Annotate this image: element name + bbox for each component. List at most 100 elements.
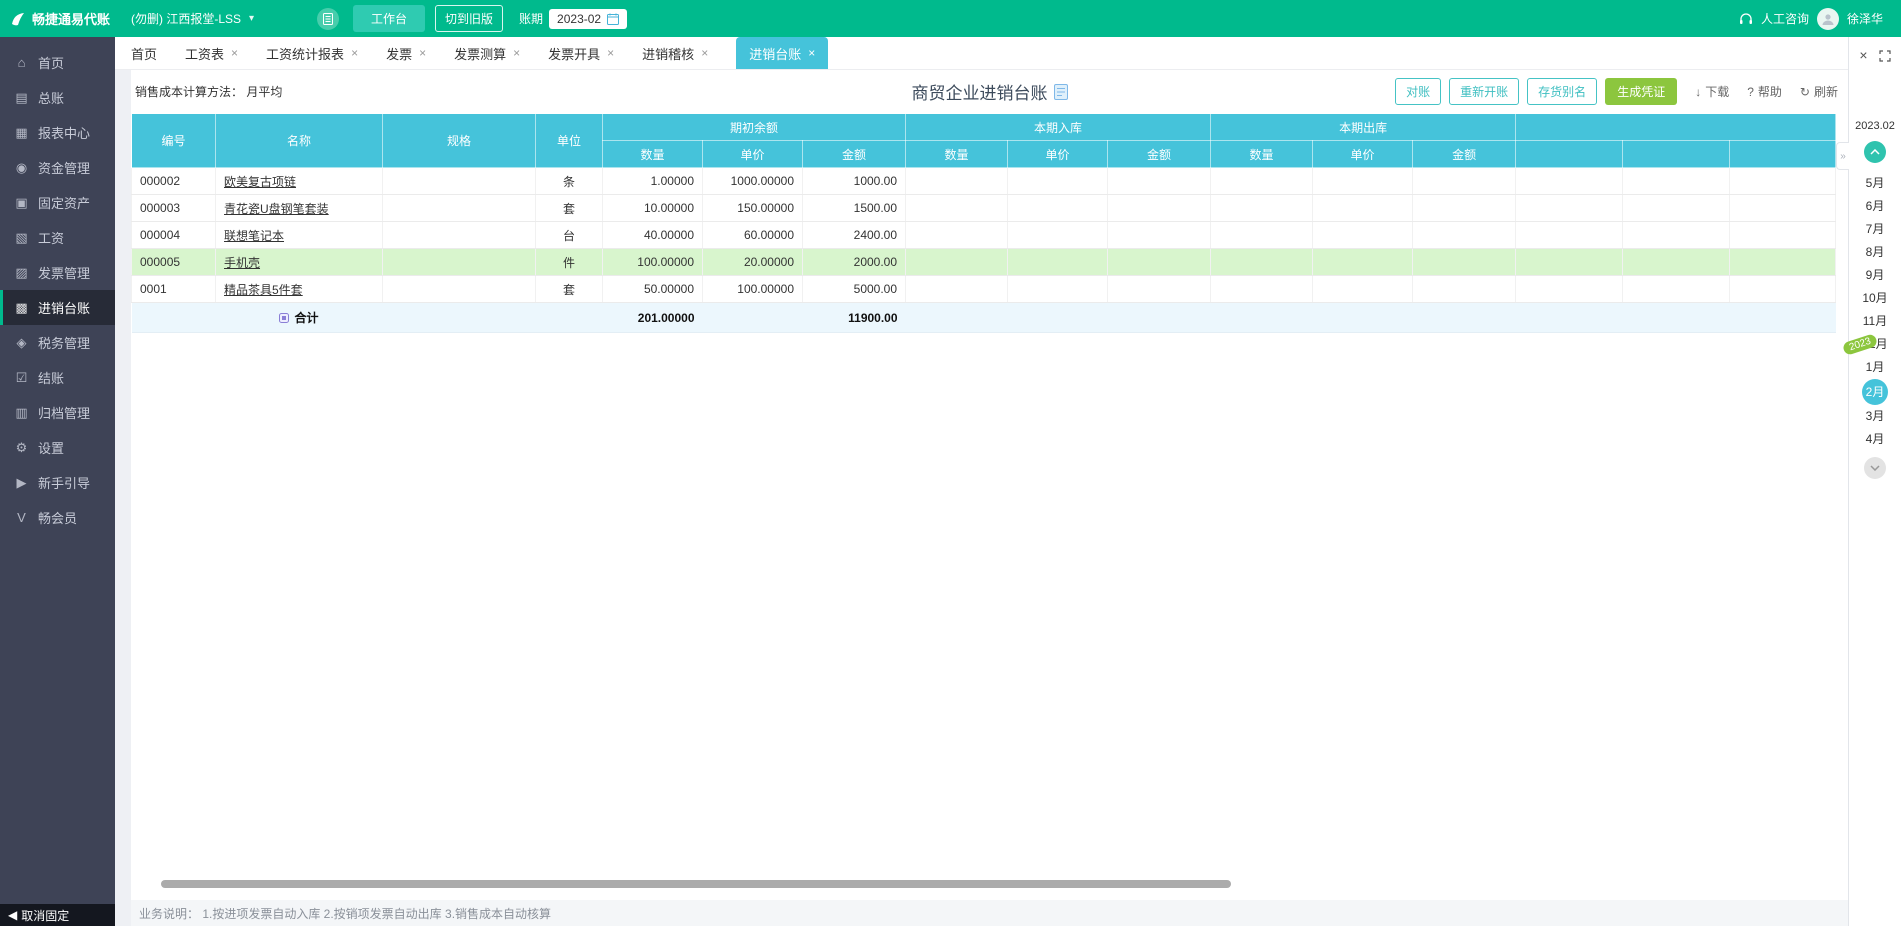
close-all-tabs-icon[interactable]: × <box>1859 48 1867 62</box>
scroll-months-down-button[interactable] <box>1864 457 1886 480</box>
person-icon <box>1822 13 1834 25</box>
month-item[interactable]: 1月 <box>1849 356 1901 379</box>
month-item[interactable]: 4月 <box>1849 428 1901 451</box>
month-item[interactable]: 11月 <box>1849 310 1901 333</box>
table-row[interactable]: 0001 精品茶具5件套 套 50.00000 100.00000 5000.0… <box>131 275 1837 303</box>
inventory-alias-button[interactable]: 存货别名 <box>1527 78 1598 105</box>
tab-close-icon[interactable]: × <box>808 46 815 60</box>
sidebar-item[interactable]: ▦ 报表中心 <box>0 115 115 150</box>
toolbar-actions: 对账 重新开账 存货别名 生成凭证 ↓ 下载 ? 帮助 ↻ 刷新 <box>1395 78 1838 105</box>
sidebar-item[interactable]: ▥ 归档管理 <box>0 395 115 430</box>
subheader-amount[interactable]: 金额 <box>1107 140 1212 168</box>
cell-in-price <box>1007 194 1109 222</box>
tab[interactable]: 进销台账 × <box>736 37 829 69</box>
tab[interactable]: 首页 <box>131 37 157 69</box>
refresh-link[interactable]: ↻ 刷新 <box>1800 83 1838 100</box>
month-item[interactable]: 8月 <box>1849 241 1901 264</box>
tab-close-icon[interactable]: × <box>607 46 614 60</box>
panel-collapse-handle[interactable]: » <box>1836 142 1849 170</box>
month-item[interactable]: 3月 <box>1849 405 1901 428</box>
subheader-price[interactable]: 单价 <box>1312 140 1414 168</box>
month-item[interactable]: 6月 <box>1849 195 1901 218</box>
month-item[interactable]: 7月 <box>1849 218 1901 241</box>
sidebar-item[interactable]: ☑ 结账 <box>0 360 115 395</box>
sidebar-item[interactable]: V 畅会员 <box>0 500 115 535</box>
cell-out-amount <box>1412 167 1517 195</box>
tab[interactable]: 工资统计报表 × <box>266 37 358 69</box>
month-item[interactable]: 12月 <box>1849 333 1901 356</box>
scroll-months-up-button[interactable] <box>1864 141 1886 164</box>
tab[interactable]: 工资表 × <box>185 37 238 69</box>
cell-name: 手机壳 <box>215 248 383 276</box>
sidebar-item[interactable]: ◉ 资金管理 <box>0 150 115 185</box>
switch-old-version-button[interactable]: 切到旧版 <box>435 5 504 32</box>
month-item[interactable]: 9月 <box>1849 264 1901 287</box>
tab-close-icon[interactable]: × <box>419 46 426 60</box>
generate-voucher-button[interactable]: 生成凭证 <box>1605 78 1678 105</box>
username[interactable]: 徐泽华 <box>1847 10 1883 27</box>
sidebar-item[interactable]: ▨ 发票管理 <box>0 255 115 290</box>
sidebar-item[interactable]: ⚙ 设置 <box>0 430 115 465</box>
cell-out-amount <box>1412 194 1517 222</box>
sidebar-item[interactable]: ▧ 工资 <box>0 220 115 255</box>
horizontal-scrollbar[interactable] <box>161 880 1231 888</box>
tab-close-icon[interactable]: × <box>513 46 520 60</box>
item-name-link[interactable]: 欧美复古项链 <box>224 175 296 189</box>
subheader-price[interactable]: 单价 <box>702 140 803 168</box>
tab-close-icon[interactable]: × <box>351 46 358 60</box>
company-select[interactable]: (勿删) 江西报堂-LSS ▾ <box>131 10 301 27</box>
column-header-name[interactable]: 名称 <box>215 113 383 168</box>
help-link[interactable]: ? 帮助 <box>1747 83 1782 100</box>
column-header-unit[interactable]: 单位 <box>535 113 603 168</box>
fullscreen-icon[interactable] <box>1878 49 1891 62</box>
cell-opening-price: 60.00000 <box>702 221 803 249</box>
table-row[interactable]: 000003 青花瓷U盘钢笔套装 套 10.00000 150.00000 15… <box>131 194 1837 222</box>
reopen-account-button[interactable]: 重新开账 <box>1449 78 1520 105</box>
subheader-qty[interactable]: 数量 <box>602 140 703 168</box>
table-row[interactable]: 000002 欧美复古项链 条 1.00000 1000.00000 1000.… <box>131 167 1837 195</box>
item-name-link[interactable]: 联想笔记本 <box>224 229 284 243</box>
month-item[interactable]: 5月 <box>1849 172 1901 195</box>
cell-unit: 台 <box>535 221 603 249</box>
sidebar-item-label: 税务管理 <box>38 336 91 351</box>
item-name-link[interactable]: 精品茶具5件套 <box>224 283 303 297</box>
period-selector[interactable]: 2023-02 <box>549 8 628 29</box>
user-avatar[interactable] <box>1816 7 1839 30</box>
table-row[interactable]: 000005 手机壳 件 100.00000 20.00000 2000.00 <box>131 248 1837 276</box>
subheader-qty[interactable]: 数量 <box>1210 140 1314 168</box>
table-row[interactable]: 000004 联想笔记本 台 40.00000 60.00000 2400.00 <box>131 221 1837 249</box>
sidebar-item[interactable]: ▩ 进销台账 <box>0 290 115 325</box>
doc-quick-icon[interactable] <box>317 7 339 30</box>
tab[interactable]: 进销稽核 × <box>642 37 708 69</box>
sidebar-item-label: 设置 <box>38 441 65 456</box>
workbench-button[interactable]: 工作台 <box>353 5 426 32</box>
column-header-code[interactable]: 编号 <box>131 113 216 168</box>
sidebar-item[interactable]: ⌂ 首页 <box>0 45 115 80</box>
tab[interactable]: 发票测算 × <box>454 37 520 69</box>
sidebar-item-icon: ☑ <box>15 369 28 385</box>
sidebar-item[interactable]: ▶ 新手引导 <box>0 465 115 500</box>
subheader-amount[interactable]: 金额 <box>1412 140 1517 168</box>
download-link[interactable]: ↓ 下载 <box>1695 83 1729 100</box>
consult-link[interactable]: 人工咨询 <box>1761 10 1809 27</box>
reconcile-button[interactable]: 对账 <box>1395 78 1442 105</box>
tab[interactable]: 发票开具 × <box>548 37 614 69</box>
subheader-amount[interactable]: 金额 <box>801 140 907 168</box>
month-item[interactable]: 2月 <box>1862 379 1888 406</box>
tab-close-icon[interactable]: × <box>701 46 708 60</box>
tab[interactable]: 发票 × <box>386 37 426 69</box>
column-header-spec[interactable]: 规格 <box>382 113 536 168</box>
sidebar-item-label: 畅会员 <box>38 511 78 526</box>
sidebar-item[interactable]: ◈ 税务管理 <box>0 325 115 360</box>
sidebar-item[interactable]: ▤ 总账 <box>0 80 115 115</box>
tab-close-icon[interactable]: × <box>231 46 238 60</box>
unpin-sidebar-toggle[interactable]: ◀ 取消固定 <box>0 904 115 926</box>
month-item[interactable]: 10月 <box>1849 287 1901 310</box>
title-doc-icon[interactable] <box>1053 83 1068 100</box>
sidebar-item[interactable]: ▣ 固定资产 <box>0 185 115 220</box>
cell-code: 000004 <box>131 221 216 249</box>
subheader-qty[interactable]: 数量 <box>905 140 1009 168</box>
item-name-link[interactable]: 手机壳 <box>224 256 260 270</box>
subheader-price[interactable]: 单价 <box>1007 140 1109 168</box>
item-name-link[interactable]: 青花瓷U盘钢笔套装 <box>224 202 329 216</box>
